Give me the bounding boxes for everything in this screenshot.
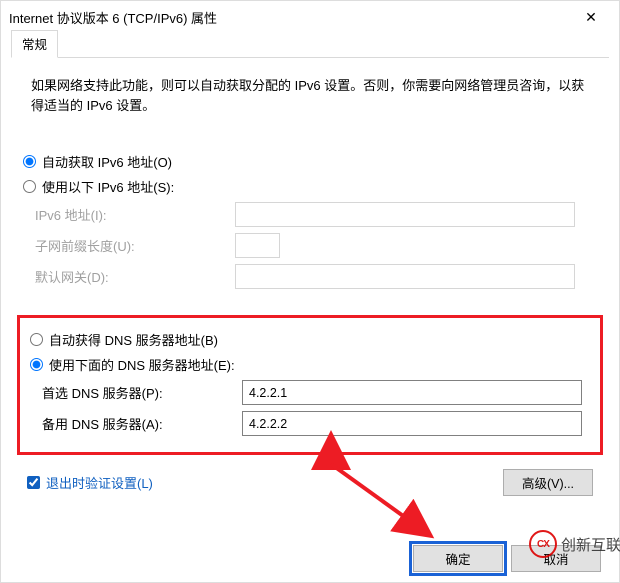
prefix-length-input: [235, 233, 280, 258]
watermark-icon: CX: [529, 530, 557, 558]
radio-auto-dns-label: 自动获得 DNS 服务器地址(B): [49, 330, 218, 349]
primary-dns-input[interactable]: [242, 380, 582, 405]
radio-auto-dns[interactable]: 自动获得 DNS 服务器地址(B): [30, 330, 590, 349]
gateway-label: 默认网关(D):: [35, 267, 235, 286]
radio-manual-dns-label: 使用下面的 DNS 服务器地址(E):: [49, 355, 235, 374]
validate-on-exit[interactable]: 退出时验证设置(L): [27, 473, 503, 492]
window-title: Internet 协议版本 6 (TCP/IPv6) 属性: [9, 8, 571, 27]
radio-manual-ip-label: 使用以下 IPv6 地址(S):: [42, 177, 174, 196]
bottom-row: 退出时验证设置(L) 高级(V)...: [27, 469, 593, 496]
ok-button[interactable]: 确定: [413, 545, 503, 572]
ip-mode-group: 自动获取 IPv6 地址(O) 使用以下 IPv6 地址(S): IPv6 地址…: [21, 140, 599, 305]
radio-manual-ip-input[interactable]: [23, 180, 36, 193]
titlebar: Internet 协议版本 6 (TCP/IPv6) 属性 ✕: [1, 1, 619, 33]
radio-auto-ip-input[interactable]: [23, 155, 36, 168]
radio-auto-ip[interactable]: 自动获取 IPv6 地址(O): [23, 152, 597, 171]
primary-dns-label: 首选 DNS 服务器(P):: [42, 383, 242, 402]
description-text: 如果网络支持此功能，则可以自动获取分配的 IPv6 设置。否则，你需要向网络管理…: [31, 76, 589, 116]
watermark: CX 创新互联: [529, 530, 620, 558]
gateway-input: [235, 264, 575, 289]
close-button[interactable]: ✕: [571, 3, 611, 31]
close-icon: ✕: [585, 9, 597, 26]
dns-group-highlighted: 自动获得 DNS 服务器地址(B) 使用下面的 DNS 服务器地址(E): 首选…: [17, 315, 603, 455]
tab-general[interactable]: 常规: [11, 30, 58, 58]
radio-auto-ip-label: 自动获取 IPv6 地址(O): [42, 152, 172, 171]
alt-dns-label: 备用 DNS 服务器(A):: [42, 414, 242, 433]
ipv6-address-input: [235, 202, 575, 227]
properties-dialog: Internet 协议版本 6 (TCP/IPv6) 属性 ✕ 常规 如果网络支…: [0, 0, 620, 583]
advanced-button[interactable]: 高级(V)...: [503, 469, 593, 496]
radio-auto-dns-input[interactable]: [30, 333, 43, 346]
ipv6-address-label: IPv6 地址(I):: [35, 205, 235, 224]
tab-content: 如果网络支持此功能，则可以自动获取分配的 IPv6 设置。否则，你需要向网络管理…: [1, 76, 619, 496]
prefix-length-label: 子网前缀长度(U):: [35, 236, 235, 255]
tabstrip: 常规: [11, 33, 609, 58]
watermark-text: 创新互联: [561, 534, 620, 555]
radio-manual-dns-input[interactable]: [30, 358, 43, 371]
radio-manual-ip[interactable]: 使用以下 IPv6 地址(S):: [23, 177, 597, 196]
alt-dns-input[interactable]: [242, 411, 582, 436]
radio-manual-dns[interactable]: 使用下面的 DNS 服务器地址(E):: [30, 355, 590, 374]
validate-label: 退出时验证设置(L): [46, 473, 153, 492]
validate-checkbox[interactable]: [27, 476, 40, 489]
